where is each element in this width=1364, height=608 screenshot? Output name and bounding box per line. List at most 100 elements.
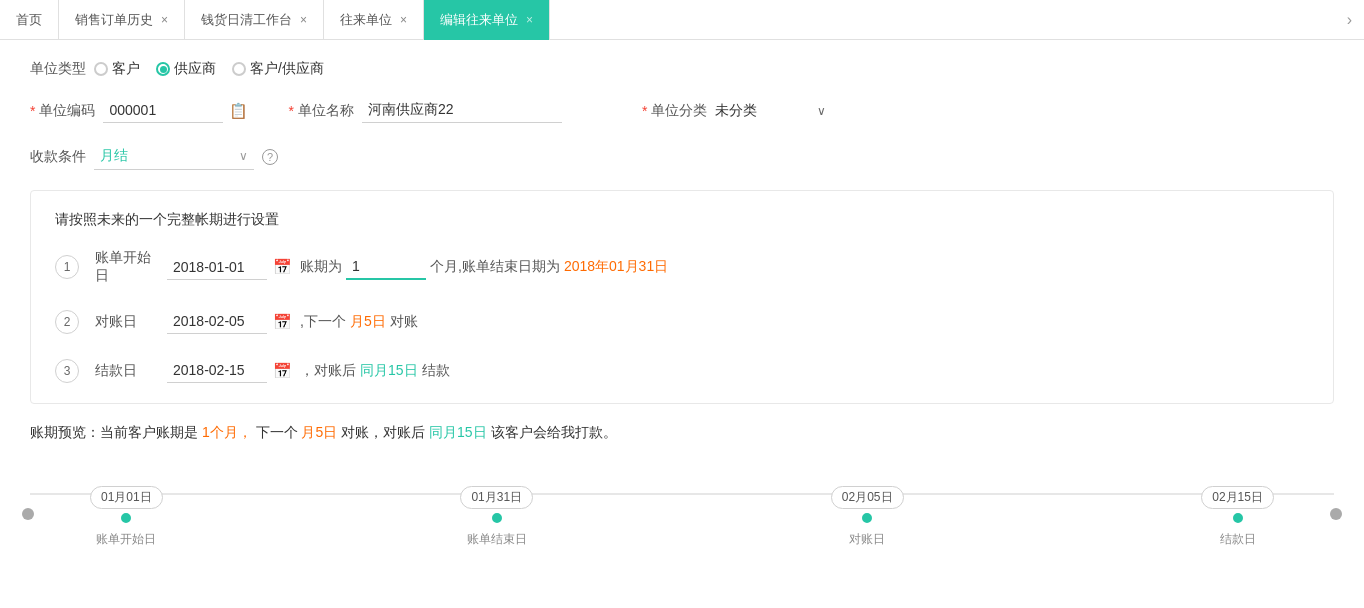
row-label-3: 结款日	[95, 362, 151, 380]
unit-category-field: * 单位分类 未分类 ∨	[642, 102, 895, 120]
month-value-input[interactable]	[346, 254, 426, 280]
payment-terms-row: 收款条件 月结 ∨ ?	[30, 143, 1334, 170]
payment-date-cal-icon[interactable]: 📅	[273, 362, 292, 380]
preview-mid2: 对账，对账后	[341, 424, 425, 440]
timeline-point-3: 02月05日 对账日	[831, 486, 904, 548]
payment-terms-arrow: ∨	[239, 149, 248, 163]
preview-mid1: 下一个	[256, 424, 298, 440]
start-date-input[interactable]	[167, 255, 267, 280]
row-2-highlight: 月5日	[350, 313, 386, 331]
reconcile-date-input[interactable]	[167, 309, 267, 334]
timeline-point-2: 01月31日 账单结束日	[460, 486, 533, 548]
payment-terms-value: 月结	[100, 147, 231, 165]
timeline-left-endpoint	[22, 508, 34, 520]
unit-info-row: * 单位编码 📋 * 单位名称 * 单位分类 未分类 ∨	[30, 98, 1334, 123]
row-1-suffix: 账期为 个月,账单结束日期为 2018年01月31日	[300, 254, 668, 280]
payment-terms-select[interactable]: 月结 ∨	[94, 143, 254, 170]
settings-panel: 请按照未来的一个完整帐期进行设置 1 账单开始日 📅 账期为 个月,账单结束日期…	[30, 190, 1334, 404]
radio-supplier[interactable]: 供应商	[156, 60, 216, 78]
radio-customer-supplier-label: 客户/供应商	[250, 60, 324, 78]
tab-bar: 首页 销售订单历史 × 钱货日清工作台 × 往来单位 × 编辑往来单位 × ›	[0, 0, 1364, 40]
tab-more-button[interactable]: ›	[1335, 11, 1364, 29]
end-date-highlight: 2018年01月31日	[564, 258, 668, 276]
preview-highlight3: 同月15日	[429, 424, 487, 440]
unit-code-icon[interactable]: 📋	[229, 102, 248, 120]
timeline-container: 01月01日 账单开始日 01月31日 账单结束日 02月05日 对账日 02月…	[30, 466, 1334, 578]
row-3-suffix-pre: ，对账后	[300, 362, 356, 380]
radio-supplier-circle	[156, 62, 170, 76]
tab-edit-partner-unit[interactable]: 编辑往来单位 ×	[424, 0, 550, 40]
unit-category-select[interactable]: 未分类 ∨	[715, 102, 895, 120]
tab-partner-units[interactable]: 往来单位 ×	[324, 0, 424, 40]
tab-sales-order-history[interactable]: 销售订单历史 ×	[59, 0, 185, 40]
radio-group-unit-type: 客户 供应商 客户/供应商	[94, 60, 324, 78]
timeline-badge-2: 01月31日	[460, 486, 533, 509]
unit-type-field: 单位类型 客户 供应商 客户/供应商	[30, 60, 324, 78]
radio-customer[interactable]: 客户	[94, 60, 140, 78]
tab-edit-partner-unit-label: 编辑往来单位	[440, 11, 518, 29]
timeline-dot-1	[121, 513, 131, 523]
row-3-suffix-post: 结款	[422, 362, 450, 380]
unit-type-label: 单位类型	[30, 60, 86, 78]
payment-terms-help-icon[interactable]: ?	[262, 149, 278, 165]
tab-home[interactable]: 首页	[0, 0, 59, 40]
radio-supplier-label: 供应商	[174, 60, 216, 78]
timeline-dot-4	[1233, 513, 1243, 523]
reconcile-date-cal-icon[interactable]: 📅	[273, 313, 292, 331]
unit-code-label: 单位编码	[39, 102, 95, 120]
timeline-badge-3: 02月05日	[831, 486, 904, 509]
setting-row-2: 2 对账日 📅 ,下一个 月5日 对账	[55, 309, 1309, 334]
tab-cash-goods-workbench-close[interactable]: ×	[300, 13, 307, 27]
row-num-3: 3	[55, 359, 79, 383]
unit-category-required: *	[642, 103, 647, 119]
payment-terms-field: 收款条件 月结 ∨ ?	[30, 143, 278, 170]
row-1-suffix-mid: 个月,账单结束日期为	[430, 258, 560, 276]
tab-home-label: 首页	[16, 11, 42, 29]
row-2-suffix: ,下一个 月5日 对账	[300, 313, 418, 331]
unit-type-row: 单位类型 客户 供应商 客户/供应商	[30, 60, 1334, 78]
tab-edit-partner-unit-close[interactable]: ×	[526, 13, 533, 27]
unit-name-input[interactable]	[362, 98, 562, 123]
unit-category-label: 单位分类	[651, 102, 707, 120]
timeline-label-1: 账单开始日	[96, 531, 156, 548]
panel-title: 请按照未来的一个完整帐期进行设置	[55, 211, 1309, 229]
timeline-badge-1: 01月01日	[90, 486, 163, 509]
preview-highlight1: 1个月，	[202, 424, 252, 440]
timeline-point-1: 01月01日 账单开始日	[90, 486, 163, 548]
row-1-suffix-pre: 账期为	[300, 258, 342, 276]
start-date-cal-icon[interactable]: 📅	[273, 258, 292, 276]
timeline-label-2: 账单结束日	[467, 531, 527, 548]
unit-code-required: *	[30, 103, 35, 119]
timeline-right-endpoint	[1330, 508, 1342, 520]
row-label-1: 账单开始日	[95, 249, 151, 285]
payment-date-input[interactable]	[167, 358, 267, 383]
radio-customer-supplier[interactable]: 客户/供应商	[232, 60, 324, 78]
tab-sales-order-history-close[interactable]: ×	[161, 13, 168, 27]
tab-partner-units-label: 往来单位	[340, 11, 392, 29]
preview-highlight2: 月5日	[301, 424, 337, 440]
row-2-suffix-post: 对账	[390, 313, 418, 331]
timeline-points: 01月01日 账单开始日 01月31日 账单结束日 02月05日 对账日 02月…	[30, 486, 1334, 548]
tab-cash-goods-workbench-label: 钱货日清工作台	[201, 11, 292, 29]
preview-text: 账期预览：当前客户账期是 1个月， 下一个 月5日 对账，对账后 同月15日 该…	[30, 424, 1334, 442]
main-content: 单位类型 客户 供应商 客户/供应商 * 单位编码	[0, 40, 1364, 608]
timeline-dot-2	[492, 513, 502, 523]
row-label-2: 对账日	[95, 313, 151, 331]
tab-cash-goods-workbench[interactable]: 钱货日清工作台 ×	[185, 0, 324, 40]
unit-name-field: * 单位名称	[288, 98, 561, 123]
timeline-point-4: 02月15日 结款日	[1201, 486, 1274, 548]
row-3-highlight: 同月15日	[360, 362, 418, 380]
tab-sales-order-history-label: 销售订单历史	[75, 11, 153, 29]
setting-row-1: 1 账单开始日 📅 账期为 个月,账单结束日期为 2018年01月31日	[55, 249, 1309, 285]
radio-customer-circle	[94, 62, 108, 76]
radio-customer-label: 客户	[112, 60, 140, 78]
row-num-2: 2	[55, 310, 79, 334]
unit-code-input[interactable]	[103, 98, 223, 123]
unit-name-label: 单位名称	[298, 102, 354, 120]
unit-name-required: *	[288, 103, 293, 119]
unit-category-value: 未分类	[715, 102, 757, 120]
tab-partner-units-close[interactable]: ×	[400, 13, 407, 27]
unit-code-field: * 单位编码 📋	[30, 98, 248, 123]
preview-prefix: 账期预览：当前客户账期是	[30, 424, 198, 440]
timeline-badge-4: 02月15日	[1201, 486, 1274, 509]
